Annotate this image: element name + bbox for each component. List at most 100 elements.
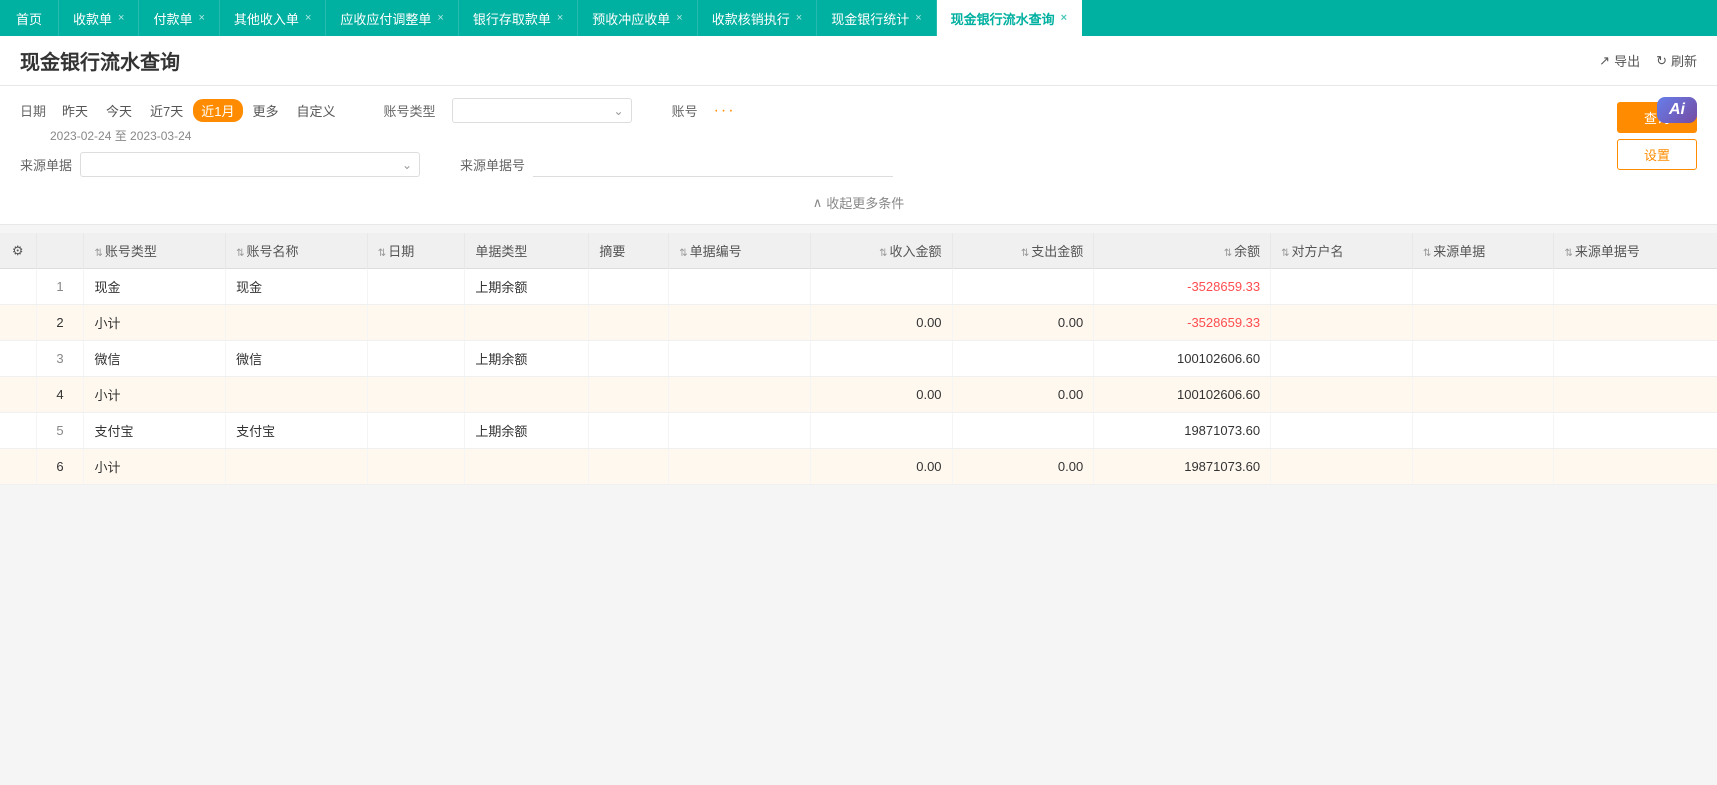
- account-type-label: 账号类型: [384, 101, 436, 120]
- row-expense: 0.00: [952, 377, 1094, 413]
- account-type-select[interactable]: [452, 98, 632, 123]
- nav-tab-银行存取款单[interactable]: 银行存取款单 ×: [459, 0, 578, 36]
- th-date[interactable]: ⇅日期: [367, 233, 465, 269]
- refresh-button[interactable]: ↻ 刷新: [1656, 51, 1697, 70]
- th-expense[interactable]: ⇅支出金额: [952, 233, 1094, 269]
- close-icon[interactable]: ×: [557, 12, 563, 24]
- date-btn-yesterday[interactable]: 昨天: [54, 99, 96, 122]
- close-icon[interactable]: ×: [1061, 12, 1067, 24]
- row-num-cell: 1: [36, 269, 84, 305]
- nav-home[interactable]: 首页: [0, 0, 59, 36]
- row-source-doc-no: [1554, 449, 1717, 485]
- date-btn-today[interactable]: 今天: [98, 99, 140, 122]
- row-date: [367, 305, 465, 341]
- row-balance: 100102606.60: [1094, 377, 1271, 413]
- row-settings-cell: [0, 413, 36, 449]
- table-row[interactable]: 1 现金 现金 上期余额 -3528659.33: [0, 269, 1717, 305]
- account-dots-button[interactable]: ···: [714, 102, 736, 120]
- th-account-type[interactable]: ⇅账号类型: [84, 233, 226, 269]
- header-actions: ↗ 导出 ↻ 刷新: [1599, 51, 1697, 70]
- th-summary: 摘要: [589, 233, 669, 269]
- nav-tab-收款单[interactable]: 收款单 ×: [59, 0, 139, 36]
- export-button[interactable]: ↗ 导出: [1599, 51, 1640, 70]
- date-btn-1month[interactable]: 近1月: [193, 99, 242, 122]
- collapse-button[interactable]: ∧ 收起更多条件: [20, 187, 1697, 220]
- close-icon[interactable]: ×: [118, 12, 124, 24]
- close-icon[interactable]: ×: [437, 12, 443, 24]
- row-account-type: 支付宝: [84, 413, 226, 449]
- source-doc-num-label: 来源单据号: [460, 155, 525, 174]
- nav-tab-其他收入单[interactable]: 其他收入单 ×: [220, 0, 326, 36]
- row-account-type: 小计: [84, 377, 226, 413]
- row-doc-type: [465, 449, 589, 485]
- th-balance[interactable]: ⇅余额: [1094, 233, 1271, 269]
- th-source-doc-no[interactable]: ⇅来源单据号: [1554, 233, 1717, 269]
- row-account-name: [226, 449, 368, 485]
- row-num-cell: 4: [36, 377, 84, 413]
- ai-badge: Ai: [1657, 97, 1697, 123]
- source-doc-select-wrapper: [80, 152, 420, 177]
- close-icon[interactable]: ×: [305, 12, 311, 24]
- table-row[interactable]: 5 支付宝 支付宝 上期余额 19871073.60: [0, 413, 1717, 449]
- th-account-name[interactable]: ⇅账号名称: [226, 233, 368, 269]
- nav-tab-预收冲应收单[interactable]: 预收冲应收单 ×: [578, 0, 697, 36]
- account-label: 账号: [672, 101, 698, 120]
- row-expense: [952, 269, 1094, 305]
- row-settings-cell: [0, 449, 36, 485]
- th-source-doc[interactable]: ⇅来源单据: [1412, 233, 1554, 269]
- table-header-row: ⚙ ⇅账号类型 ⇅账号名称 ⇅日期 单据类型 摘要 ⇅单据编号 ⇅收入金额 ⇅支…: [0, 233, 1717, 269]
- settings-button[interactable]: 设置: [1617, 139, 1697, 170]
- source-doc-select[interactable]: [80, 152, 420, 177]
- row-balance: 19871073.60: [1094, 449, 1271, 485]
- date-btn-custom[interactable]: 自定义: [289, 99, 344, 122]
- table-row[interactable]: 6 小计 0.00 0.00 19871073.60: [0, 449, 1717, 485]
- row-doc-no: [669, 269, 811, 305]
- data-table: ⚙ ⇅账号类型 ⇅账号名称 ⇅日期 单据类型 摘要 ⇅单据编号 ⇅收入金额 ⇅支…: [0, 233, 1717, 485]
- export-icon: ↗: [1599, 53, 1610, 69]
- close-icon[interactable]: ×: [198, 12, 204, 24]
- close-icon[interactable]: ×: [676, 12, 682, 24]
- th-settings[interactable]: ⚙: [0, 233, 36, 269]
- nav-tab-现金银行流水查询[interactable]: 现金银行流水查询 ×: [937, 0, 1082, 36]
- row-settings-cell: [0, 341, 36, 377]
- th-doc-no[interactable]: ⇅单据编号: [669, 233, 811, 269]
- close-icon[interactable]: ×: [915, 12, 921, 24]
- row-source-doc: [1412, 449, 1554, 485]
- date-btn-more[interactable]: 更多: [245, 99, 287, 122]
- collapse-up-icon: ∧: [813, 195, 823, 211]
- row-doc-type: 上期余额: [465, 341, 589, 377]
- row-expense: 0.00: [952, 449, 1094, 485]
- row-income: [810, 341, 952, 377]
- source-filter-row: 来源单据 来源单据号: [20, 152, 1617, 177]
- nav-tab-收款核销执行[interactable]: 收款核销执行 ×: [698, 0, 817, 36]
- table-row[interactable]: 3 微信 微信 上期余额 100102606.60: [0, 341, 1717, 377]
- source-doc-num-input[interactable]: [533, 153, 893, 177]
- th-income[interactable]: ⇅收入金额: [810, 233, 952, 269]
- nav-tab-付款单[interactable]: 付款单 ×: [139, 0, 219, 36]
- th-counterpart[interactable]: ⇅对方户名: [1271, 233, 1413, 269]
- row-account-type: 微信: [84, 341, 226, 377]
- row-source-doc: [1412, 377, 1554, 413]
- row-counterpart: [1271, 449, 1413, 485]
- row-account-type: 小计: [84, 449, 226, 485]
- table-row[interactable]: 4 小计 0.00 0.00 100102606.60: [0, 377, 1717, 413]
- page-header: 现金银行流水查询 ↗ 导出 ↻ 刷新: [0, 36, 1717, 86]
- row-date: [367, 341, 465, 377]
- date-label: 日期: [20, 101, 46, 120]
- nav-tab-应收应付调整单[interactable]: 应收应付调整单 ×: [326, 0, 458, 36]
- row-income: [810, 269, 952, 305]
- row-summary: [589, 305, 669, 341]
- row-settings-cell: [0, 269, 36, 305]
- close-icon[interactable]: ×: [796, 12, 802, 24]
- row-num-cell: 6: [36, 449, 84, 485]
- table-row[interactable]: 2 小计 0.00 0.00 -3528659.33: [0, 305, 1717, 341]
- nav-tab-现金银行统计[interactable]: 现金银行统计 ×: [817, 0, 936, 36]
- row-date: [367, 449, 465, 485]
- row-summary: [589, 413, 669, 449]
- row-num-cell: 3: [36, 341, 84, 377]
- date-btn-7days[interactable]: 近7天: [142, 99, 191, 122]
- row-source-doc-no: [1554, 269, 1717, 305]
- top-navigation: 首页 收款单 × 付款单 × 其他收入单 × 应收应付调整单 × 银行存取款单 …: [0, 0, 1717, 36]
- row-source-doc: [1412, 413, 1554, 449]
- row-date: [367, 377, 465, 413]
